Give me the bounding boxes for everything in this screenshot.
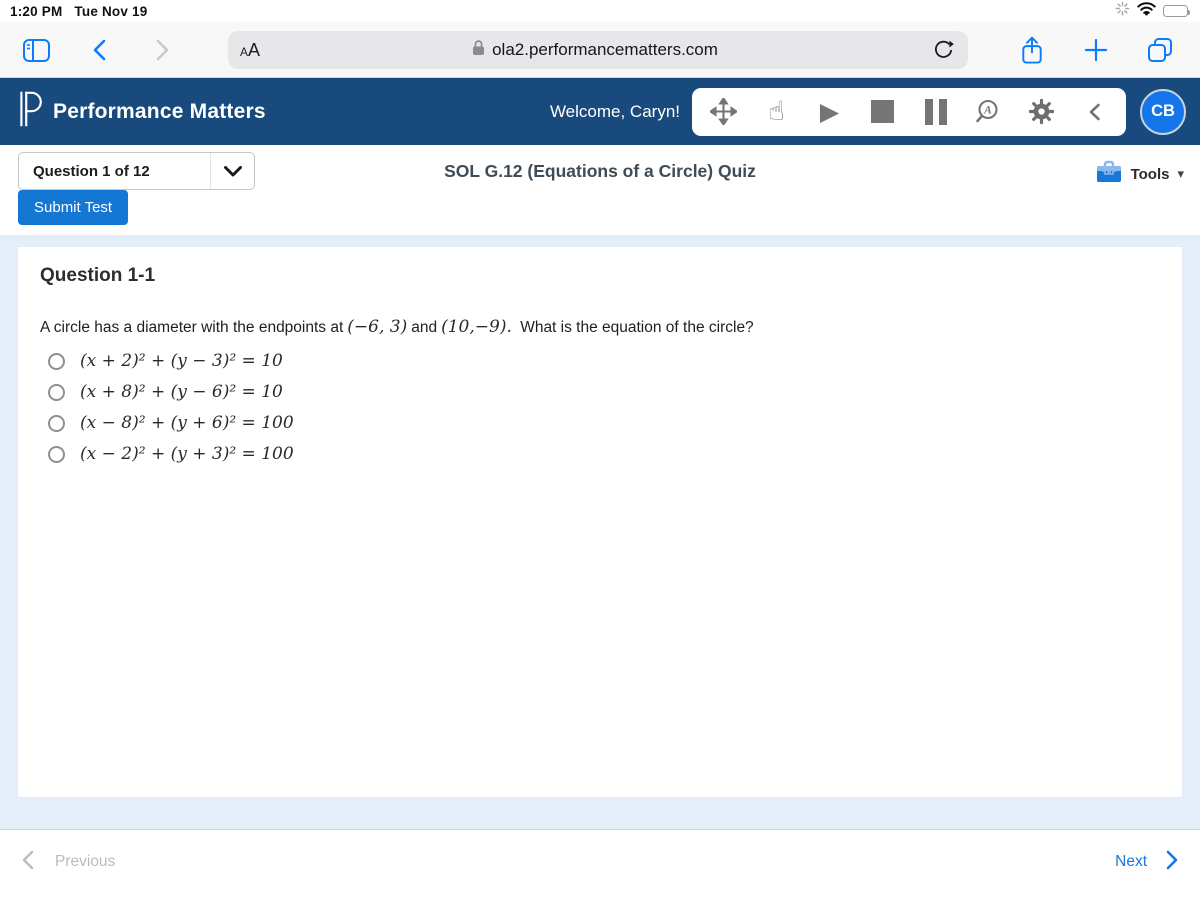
previous-button[interactable]: Previous xyxy=(20,850,115,875)
forward-icon[interactable] xyxy=(144,32,180,68)
stop-icon[interactable] xyxy=(856,90,909,134)
submit-test-button[interactable]: Submit Test xyxy=(18,190,129,225)
next-button[interactable]: Next xyxy=(1115,850,1180,875)
chevron-right-icon xyxy=(1165,850,1180,875)
new-tab-icon[interactable] xyxy=(1078,32,1114,68)
wifi-icon xyxy=(1137,1,1156,21)
share-icon[interactable] xyxy=(1014,32,1050,68)
tabs-overview-icon[interactable] xyxy=(1142,32,1178,68)
clock-time: 1:20 PM xyxy=(10,3,63,19)
zoom-text-icon[interactable]: A xyxy=(962,90,1015,134)
next-label: Next xyxy=(1115,853,1147,870)
reload-icon[interactable] xyxy=(930,39,956,61)
brand-name: Performance Matters xyxy=(53,99,266,123)
question-text-part: A circle has a diameter with the endpoin… xyxy=(40,319,344,336)
move-icon[interactable] xyxy=(697,90,750,134)
performance-matters-logo-icon xyxy=(16,89,44,134)
settings-icon[interactable] xyxy=(1015,90,1068,134)
radio-icon[interactable] xyxy=(48,445,65,463)
footer-nav: Previous Next xyxy=(0,830,1200,900)
question-text-part: What is the equation of the circle? xyxy=(520,319,754,336)
tools-label: Tools xyxy=(1130,165,1170,183)
question-card: Question 1-1 A circle has a diameter wit… xyxy=(18,247,1182,797)
welcome-text: Welcome, Caryn! xyxy=(549,101,680,121)
radio-icon[interactable] xyxy=(48,352,65,370)
question-area: Question 1-1 A circle has a diameter wit… xyxy=(0,235,1200,830)
answer-option-4[interactable]: (x − 2)² + (y + 3)² = 100 xyxy=(48,444,1160,464)
ipad-screen: 1:20 PM Tue Nov 19 A A ola2.performancem… xyxy=(0,0,1200,900)
lock-icon xyxy=(472,39,485,61)
status-bar: 1:20 PM Tue Nov 19 xyxy=(0,0,1200,22)
avatar[interactable]: CB xyxy=(1140,88,1186,135)
answer-option-1[interactable]: (x + 2)² + (y − 3)² = 10 xyxy=(48,351,1160,371)
collapse-icon[interactable] xyxy=(1068,90,1121,134)
quiz-bar: Question 1 of 12 SOL G.12 (Equations of … xyxy=(0,145,1200,235)
answer-options: (x + 2)² + (y − 3)² = 10 (x + 8)² + (y −… xyxy=(48,351,1160,464)
question-math-endpoint-1: (−6, 3) xyxy=(347,317,408,337)
answer-option-text: (x + 2)² + (y − 3)² = 10 xyxy=(80,351,283,371)
answer-option-text: (x + 8)² + (y − 6)² = 10 xyxy=(80,382,283,402)
battery-icon xyxy=(1163,5,1190,17)
question-number: Question 1-1 xyxy=(40,265,156,286)
previous-label: Previous xyxy=(55,853,116,870)
answer-option-3[interactable]: (x − 8)² + (y + 6)² = 100 xyxy=(48,413,1160,433)
answer-option-text: (x − 2)² + (y + 3)² = 100 xyxy=(80,444,294,464)
text-size-button[interactable]: AA xyxy=(240,40,260,61)
svg-text:A: A xyxy=(983,104,992,116)
avatar-initials: CB xyxy=(1151,102,1175,120)
quiz-title: SOL G.12 (Equations of a Circle) Quiz xyxy=(444,161,756,181)
tools-caret-icon: ▾ xyxy=(1177,166,1184,182)
chevron-left-icon xyxy=(20,850,35,875)
url-text: ola2.performancematters.com xyxy=(492,40,718,59)
question-text-part: and xyxy=(411,319,438,336)
sidebar-toggle-icon[interactable] xyxy=(18,32,54,68)
answer-option-2[interactable]: (x + 8)² + (y − 6)² = 10 xyxy=(48,382,1160,402)
answer-option-text: (x − 8)² + (y + 6)² = 100 xyxy=(80,413,294,433)
question-math-endpoint-2: (10,−9). xyxy=(441,317,512,337)
play-icon[interactable]: ▶ xyxy=(803,90,856,134)
pointer-icon[interactable]: ☝ xyxy=(750,90,803,134)
back-icon[interactable] xyxy=(82,32,118,68)
activity-spinner-icon xyxy=(1115,1,1130,21)
toolbox-icon xyxy=(1095,160,1123,188)
address-bar[interactable]: AA ola2.performancematters.com xyxy=(228,31,968,69)
question-text: A circle has a diameter with the endpoin… xyxy=(40,317,1160,337)
browser-toolbar: AA ola2.performancematters.com xyxy=(0,22,1200,78)
player-toolbar: ☝ ▶ A xyxy=(692,87,1126,136)
pause-icon[interactable] xyxy=(909,90,962,134)
clock-date: Tue Nov 19 xyxy=(74,3,148,19)
brand: Performance Matters xyxy=(16,89,266,134)
radio-icon[interactable] xyxy=(48,414,65,432)
tools-button[interactable]: Tools ▾ xyxy=(1095,160,1184,188)
app-header: Performance Matters Welcome, Caryn! ☝ ▶ xyxy=(0,78,1200,145)
radio-icon[interactable] xyxy=(48,383,65,401)
